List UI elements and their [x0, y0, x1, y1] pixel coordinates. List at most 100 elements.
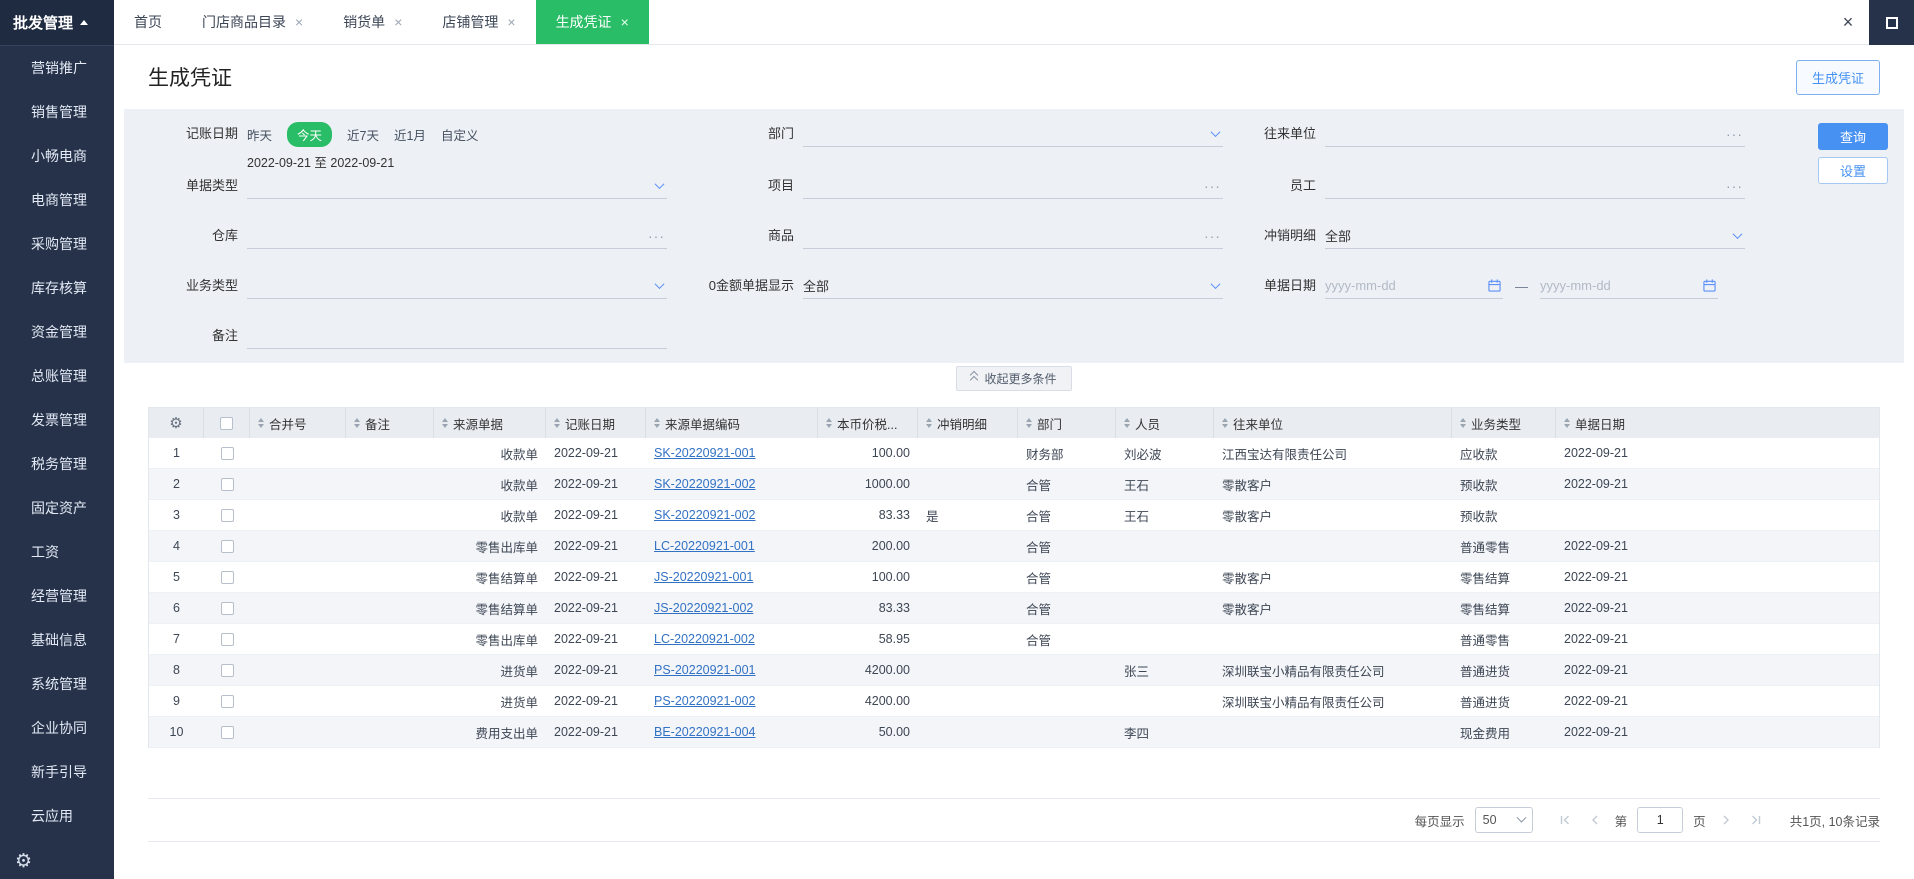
sidebar-item-总账管理[interactable]: 总账管理 [0, 354, 114, 398]
sort-icon[interactable] [1124, 418, 1130, 428]
sort-icon[interactable] [926, 418, 932, 428]
sort-icon[interactable] [1460, 418, 1466, 428]
column-header-doc_date[interactable]: 单据日期 [1556, 408, 1879, 438]
column-header-unit[interactable]: 往来单位 [1214, 408, 1452, 438]
column-header-writeoff[interactable]: 冲销明细 [918, 408, 1018, 438]
employee-picker[interactable]: ··· [1325, 173, 1746, 199]
column-header-note[interactable]: 备注 [346, 408, 434, 438]
tab-销货单[interactable]: 销货单 × [323, 0, 422, 44]
next-page-button[interactable] [1716, 810, 1736, 830]
collapse-filters-button[interactable]: 收起更多条件 [956, 366, 1072, 391]
sidebar-item-企业协同[interactable]: 企业协同 [0, 706, 114, 750]
tab-close-icon[interactable]: × [507, 15, 515, 29]
source-doc-link[interactable]: PS-20220921-002 [654, 694, 755, 708]
sort-icon[interactable] [1564, 418, 1570, 428]
sidebar-item-固定资产[interactable]: 固定资产 [0, 486, 114, 530]
tab-首页[interactable]: 首页 [114, 0, 182, 44]
quick-option-custom[interactable]: 自定义 [441, 125, 479, 144]
first-page-button[interactable] [1555, 810, 1575, 830]
doc-date-from-input[interactable]: yyyy-mm-dd [1325, 273, 1504, 299]
business-type-select[interactable] [247, 273, 667, 299]
column-header-num[interactable]: ⚙ [149, 408, 204, 438]
column-header-book_date[interactable]: 记账日期 [546, 408, 646, 438]
sidebar-item-采购管理[interactable]: 采购管理 [0, 222, 114, 266]
sort-icon[interactable] [258, 418, 264, 428]
project-picker[interactable]: ··· [802, 173, 1223, 199]
source-doc-link[interactable]: JS-20220921-001 [654, 570, 753, 584]
quick-option-yesterday[interactable]: 昨天 [247, 125, 272, 144]
source-doc-link[interactable]: PS-20220921-001 [654, 663, 755, 677]
sidebar-item-小畅电商[interactable]: 小畅电商 [0, 134, 114, 178]
writeoff-detail-select[interactable]: 全部 [1325, 223, 1746, 249]
search-button[interactable]: 查询 [1818, 123, 1888, 150]
row-checkbox[interactable] [220, 632, 234, 646]
department-select[interactable] [802, 121, 1223, 147]
column-header-biz[interactable]: 业务类型 [1452, 408, 1556, 438]
source-doc-link[interactable]: JS-20220921-002 [654, 601, 753, 615]
sidebar-item-云应用[interactable]: 云应用 [0, 794, 114, 838]
row-checkbox[interactable] [220, 570, 234, 584]
column-header-person[interactable]: 人员 [1116, 408, 1214, 438]
sidebar-item-资金管理[interactable]: 资金管理 [0, 310, 114, 354]
column-header-merge[interactable]: 合并号 [250, 408, 346, 438]
goods-picker[interactable]: ··· [802, 223, 1223, 249]
tab-店铺管理[interactable]: 店铺管理 × [422, 0, 535, 44]
sidebar-item-新手引导[interactable]: 新手引导 [0, 750, 114, 794]
generate-voucher-button[interactable]: 生成凭证 [1795, 59, 1880, 95]
row-checkbox[interactable] [220, 539, 234, 553]
counterparty-picker[interactable]: ··· [1325, 121, 1746, 147]
column-header-source[interactable]: 来源单据 [434, 408, 546, 438]
select-all-checkbox[interactable] [220, 416, 233, 430]
last-page-button[interactable] [1746, 810, 1766, 830]
column-header-dept[interactable]: 部门 [1018, 408, 1116, 438]
tab-生成凭证[interactable]: 生成凭证 × [535, 0, 649, 44]
source-doc-link[interactable]: LC-20220921-002 [654, 632, 755, 646]
row-checkbox[interactable] [220, 601, 234, 615]
sort-icon[interactable] [354, 418, 360, 428]
sidebar-root-wholesale[interactable]: 批发管理 [0, 0, 114, 46]
zero-amount-select[interactable]: 全部 [802, 273, 1223, 299]
row-checkbox[interactable] [220, 446, 234, 460]
quick-option-last7days[interactable]: 近7天 [347, 125, 379, 144]
settings-button[interactable]: 设置 [1818, 157, 1888, 184]
sidebar-item-库存核算[interactable]: 库存核算 [0, 266, 114, 310]
row-checkbox[interactable] [220, 508, 234, 522]
quick-option-last1month[interactable]: 近1月 [394, 125, 426, 144]
tab-close-icon[interactable]: × [621, 15, 629, 29]
doc-date-to-input[interactable]: yyyy-mm-dd [1540, 273, 1719, 299]
row-checkbox[interactable] [220, 663, 234, 677]
sort-icon[interactable] [1026, 418, 1032, 428]
row-checkbox[interactable] [220, 725, 234, 739]
column-header-code[interactable]: 来源单据编码 [646, 408, 818, 438]
sidebar-item-系统管理[interactable]: 系统管理 [0, 662, 114, 706]
sort-icon[interactable] [554, 418, 560, 428]
column-header-check[interactable] [204, 408, 250, 438]
remark-input[interactable] [247, 323, 667, 349]
sort-icon[interactable] [1222, 418, 1228, 428]
tab-门店商品目录[interactable]: 门店商品目录 × [182, 0, 323, 44]
sidebar-item-经营管理[interactable]: 经营管理 [0, 574, 114, 618]
column-header-amount[interactable]: 本币价税... [818, 408, 918, 438]
prev-page-button[interactable] [1585, 810, 1605, 830]
source-doc-link[interactable]: BE-20220921-004 [654, 725, 755, 739]
column-settings-gear-icon[interactable]: ⚙ [169, 416, 182, 431]
sidebar-item-营销推广[interactable]: 营销推广 [0, 46, 114, 90]
sort-icon[interactable] [826, 418, 832, 428]
source-doc-link[interactable]: LC-20220921-001 [654, 539, 755, 553]
sidebar-item-发票管理[interactable]: 发票管理 [0, 398, 114, 442]
quick-option-today[interactable]: 今天 [287, 121, 333, 147]
row-checkbox[interactable] [220, 694, 234, 708]
sidebar-item-税务管理[interactable]: 税务管理 [0, 442, 114, 486]
tab-close-icon[interactable]: × [295, 15, 303, 29]
sort-icon[interactable] [654, 418, 660, 428]
sidebar-item-销售管理[interactable]: 销售管理 [0, 90, 114, 134]
source-doc-link[interactable]: SK-20220921-001 [654, 446, 755, 460]
sidebar-settings-gear-icon[interactable]: ⚙ [15, 850, 32, 873]
page-number-input[interactable] [1637, 807, 1684, 833]
row-checkbox[interactable] [220, 477, 234, 491]
sidebar-item-电商管理[interactable]: 电商管理 [0, 178, 114, 222]
sidebar-item-工资[interactable]: 工资 [0, 530, 114, 574]
page-size-select[interactable]: 50 [1474, 807, 1533, 833]
source-doc-link[interactable]: SK-20220921-002 [654, 477, 755, 491]
fullscreen-icon[interactable] [1869, 0, 1914, 45]
